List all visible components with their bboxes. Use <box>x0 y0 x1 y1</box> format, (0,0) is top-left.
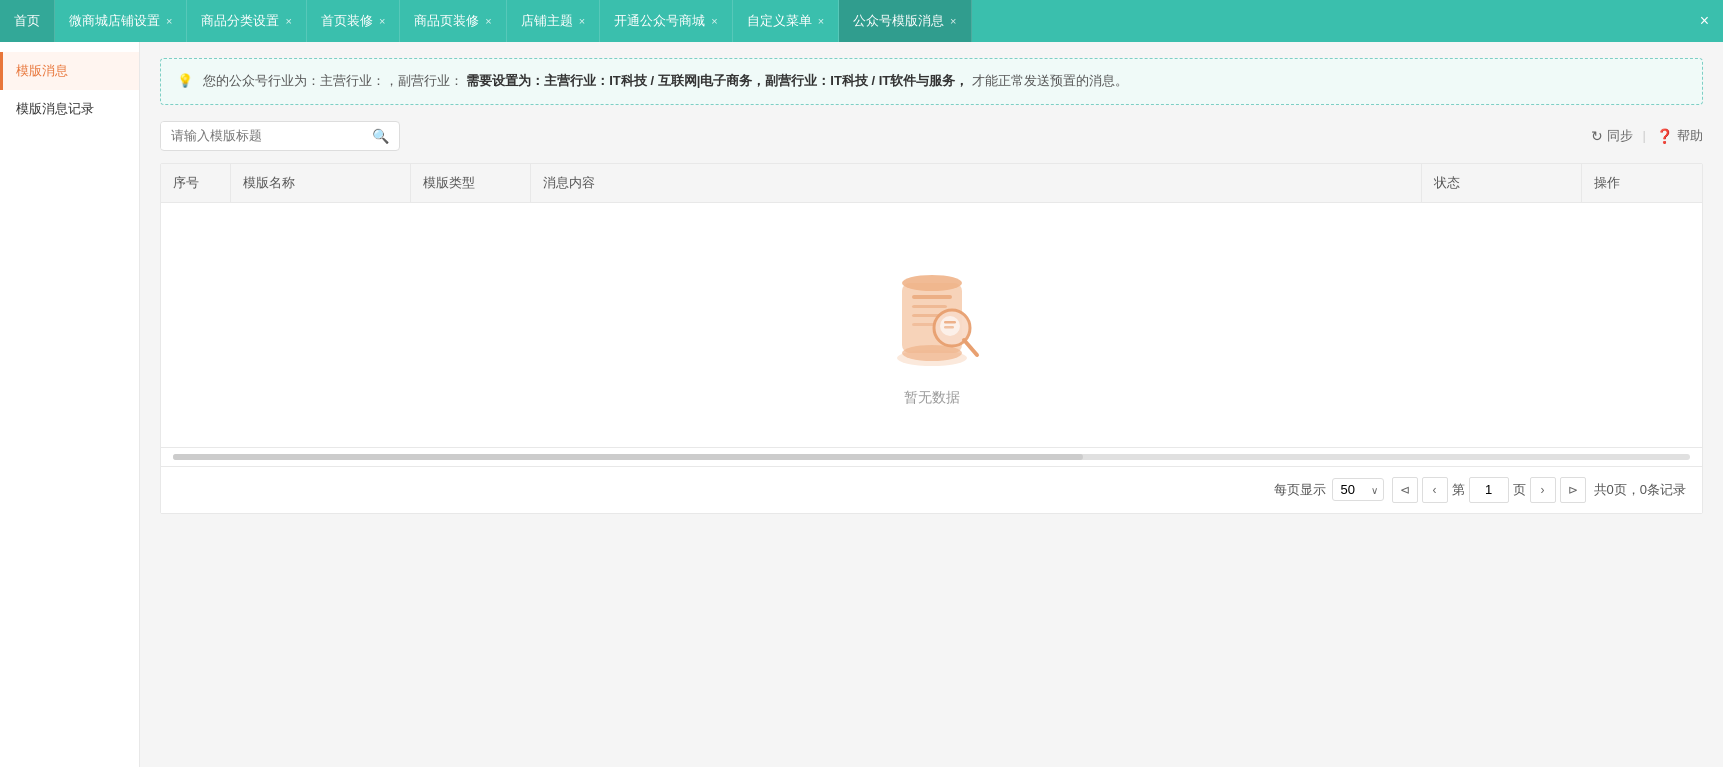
search-actions: ↻ 同步 | ❓ 帮助 <box>1591 127 1703 145</box>
sidebar-item-template-msg-label: 模版消息 <box>16 63 68 78</box>
nav-tab-custom-menu[interactable]: 自定义菜单 × <box>733 0 839 42</box>
nav-tab-product-category[interactable]: 商品分类设置 × <box>187 0 306 42</box>
close-template-msg-icon[interactable]: × <box>950 15 956 27</box>
sync-label: 同步 <box>1607 127 1633 145</box>
next-page-icon: › <box>1541 483 1545 497</box>
notice-suffix: 才能正常发送预置的消息。 <box>972 73 1128 88</box>
nav-tab-home-decoration-label: 首页装修 <box>321 12 373 30</box>
empty-text: 暂无数据 <box>904 389 960 407</box>
close-product-category-icon[interactable]: × <box>285 15 291 27</box>
page-size-label: 每页显示 <box>1274 481 1326 499</box>
action-divider: | <box>1643 128 1646 143</box>
close-shop-theme-icon[interactable]: × <box>579 15 585 27</box>
close-custom-menu-icon[interactable]: × <box>818 15 824 27</box>
sync-icon: ↻ <box>1591 128 1603 144</box>
col-actions: 操作 <box>1582 164 1702 202</box>
nav-tab-micro-shop-label: 微商城店铺设置 <box>69 12 160 30</box>
col-type: 模版类型 <box>411 164 531 202</box>
nav-tab-template-msg[interactable]: 公众号模版消息 × <box>839 0 971 42</box>
page-size-select[interactable]: 50 10 20 100 <box>1332 478 1384 501</box>
svg-rect-3 <box>912 305 947 308</box>
empty-state: 暂无数据 <box>161 203 1702 447</box>
sidebar-item-template-msg-record-label: 模版消息记录 <box>16 101 94 116</box>
nav-tab-custom-menu-label: 自定义菜单 <box>747 12 812 30</box>
page-label: 第 <box>1452 481 1465 499</box>
col-index: 序号 <box>161 164 231 202</box>
horizontal-scrollbar[interactable] <box>173 454 1690 460</box>
page-size-select-wrapper[interactable]: 50 10 20 100 <box>1332 478 1384 501</box>
top-nav: 首页 微商城店铺设置 × 商品分类设置 × 首页装修 × 商品页装修 × 店铺主… <box>0 0 1723 42</box>
prev-page-icon: ‹ <box>1433 483 1437 497</box>
search-icon: 🔍 <box>372 128 389 144</box>
search-bar: 🔍 ↻ 同步 | ❓ 帮助 <box>160 121 1703 151</box>
svg-rect-2 <box>912 295 952 299</box>
svg-rect-12 <box>944 326 954 329</box>
nav-tab-home[interactable]: 首页 <box>0 0 55 42</box>
svg-point-6 <box>902 275 962 291</box>
last-page-button[interactable]: ⊳ <box>1560 477 1586 503</box>
table-header: 序号 模版名称 模版类型 消息内容 状态 操作 <box>161 164 1702 203</box>
main-layout: 模版消息 模版消息记录 💡 您的公众号行业为：主营行业：，副营行业： 需要设置为… <box>0 42 1723 767</box>
table-container: 序号 模版名称 模版类型 消息内容 状态 操作 <box>160 163 1703 514</box>
sidebar: 模版消息 模版消息记录 <box>0 42 140 767</box>
notice-prefix: 您的公众号行业为：主营行业：，副营行业： <box>203 73 463 88</box>
nav-tab-shop-theme-label: 店铺主题 <box>521 12 573 30</box>
next-page-button[interactable]: › <box>1530 477 1556 503</box>
sync-button[interactable]: ↻ 同步 <box>1591 127 1633 145</box>
close-product-decoration-icon[interactable]: × <box>485 15 491 27</box>
col-content: 消息内容 <box>531 164 1422 202</box>
svg-rect-11 <box>944 321 956 324</box>
last-page-icon: ⊳ <box>1568 483 1578 497</box>
help-label: 帮助 <box>1677 127 1703 145</box>
help-button[interactable]: ❓ 帮助 <box>1656 127 1703 145</box>
nav-tab-shop-theme[interactable]: 店铺主题 × <box>507 0 600 42</box>
first-page-button[interactable]: ⊲ <box>1392 477 1418 503</box>
nav-tab-open-public-shop[interactable]: 开通公众号商城 × <box>600 0 732 42</box>
nav-tab-home-label: 首页 <box>14 12 40 30</box>
total-info: 共0页，0条记录 <box>1594 481 1686 499</box>
search-button[interactable]: 🔍 <box>362 122 399 150</box>
sidebar-item-template-msg[interactable]: 模版消息 <box>0 52 139 90</box>
pagination: 每页显示 50 10 20 100 ⊲ ‹ <box>161 466 1702 513</box>
close-open-public-shop-icon[interactable]: × <box>711 15 717 27</box>
page-navigation: ⊲ ‹ 第 页 › ⊳ <box>1392 477 1586 503</box>
help-icon: ❓ <box>1656 128 1673 144</box>
notice-highlight: 需要设置为：主营行业：IT科技 / 互联网|电子商务，副营行业：IT科技 / I… <box>466 73 968 88</box>
page-size-section: 每页显示 50 10 20 100 <box>1274 478 1384 501</box>
col-status: 状态 <box>1422 164 1582 202</box>
first-page-icon: ⊲ <box>1400 483 1410 497</box>
nav-tab-micro-shop[interactable]: 微商城店铺设置 × <box>55 0 187 42</box>
nav-tab-open-public-shop-label: 开通公众号商城 <box>614 12 705 30</box>
close-home-decoration-icon[interactable]: × <box>379 15 385 27</box>
scrollbar-area <box>161 447 1702 466</box>
nav-tab-template-msg-label: 公众号模版消息 <box>853 12 944 30</box>
close-all-tabs-button[interactable]: × <box>1686 12 1723 30</box>
nav-tab-product-decoration[interactable]: 商品页装修 × <box>400 0 506 42</box>
col-name: 模版名称 <box>231 164 411 202</box>
page-unit: 页 <box>1513 481 1526 499</box>
empty-illustration <box>872 263 992 373</box>
search-field-wrapper: 🔍 <box>160 121 400 151</box>
sidebar-item-template-msg-record[interactable]: 模版消息记录 <box>0 90 139 128</box>
prev-page-button[interactable]: ‹ <box>1422 477 1448 503</box>
notice-icon: 💡 <box>177 73 193 88</box>
search-input[interactable] <box>161 122 362 149</box>
current-page-input[interactable] <box>1469 477 1509 503</box>
scrollbar-thumb[interactable] <box>173 454 1083 460</box>
nav-tab-home-decoration[interactable]: 首页装修 × <box>307 0 400 42</box>
nav-tab-product-decoration-label: 商品页装修 <box>414 12 479 30</box>
nav-tab-product-category-label: 商品分类设置 <box>201 12 279 30</box>
close-micro-shop-icon[interactable]: × <box>166 15 172 27</box>
content-area: 💡 您的公众号行业为：主营行业：，副营行业： 需要设置为：主营行业：IT科技 /… <box>140 42 1723 767</box>
svg-line-10 <box>964 340 977 355</box>
notice-box: 💡 您的公众号行业为：主营行业：，副营行业： 需要设置为：主营行业：IT科技 /… <box>160 58 1703 105</box>
